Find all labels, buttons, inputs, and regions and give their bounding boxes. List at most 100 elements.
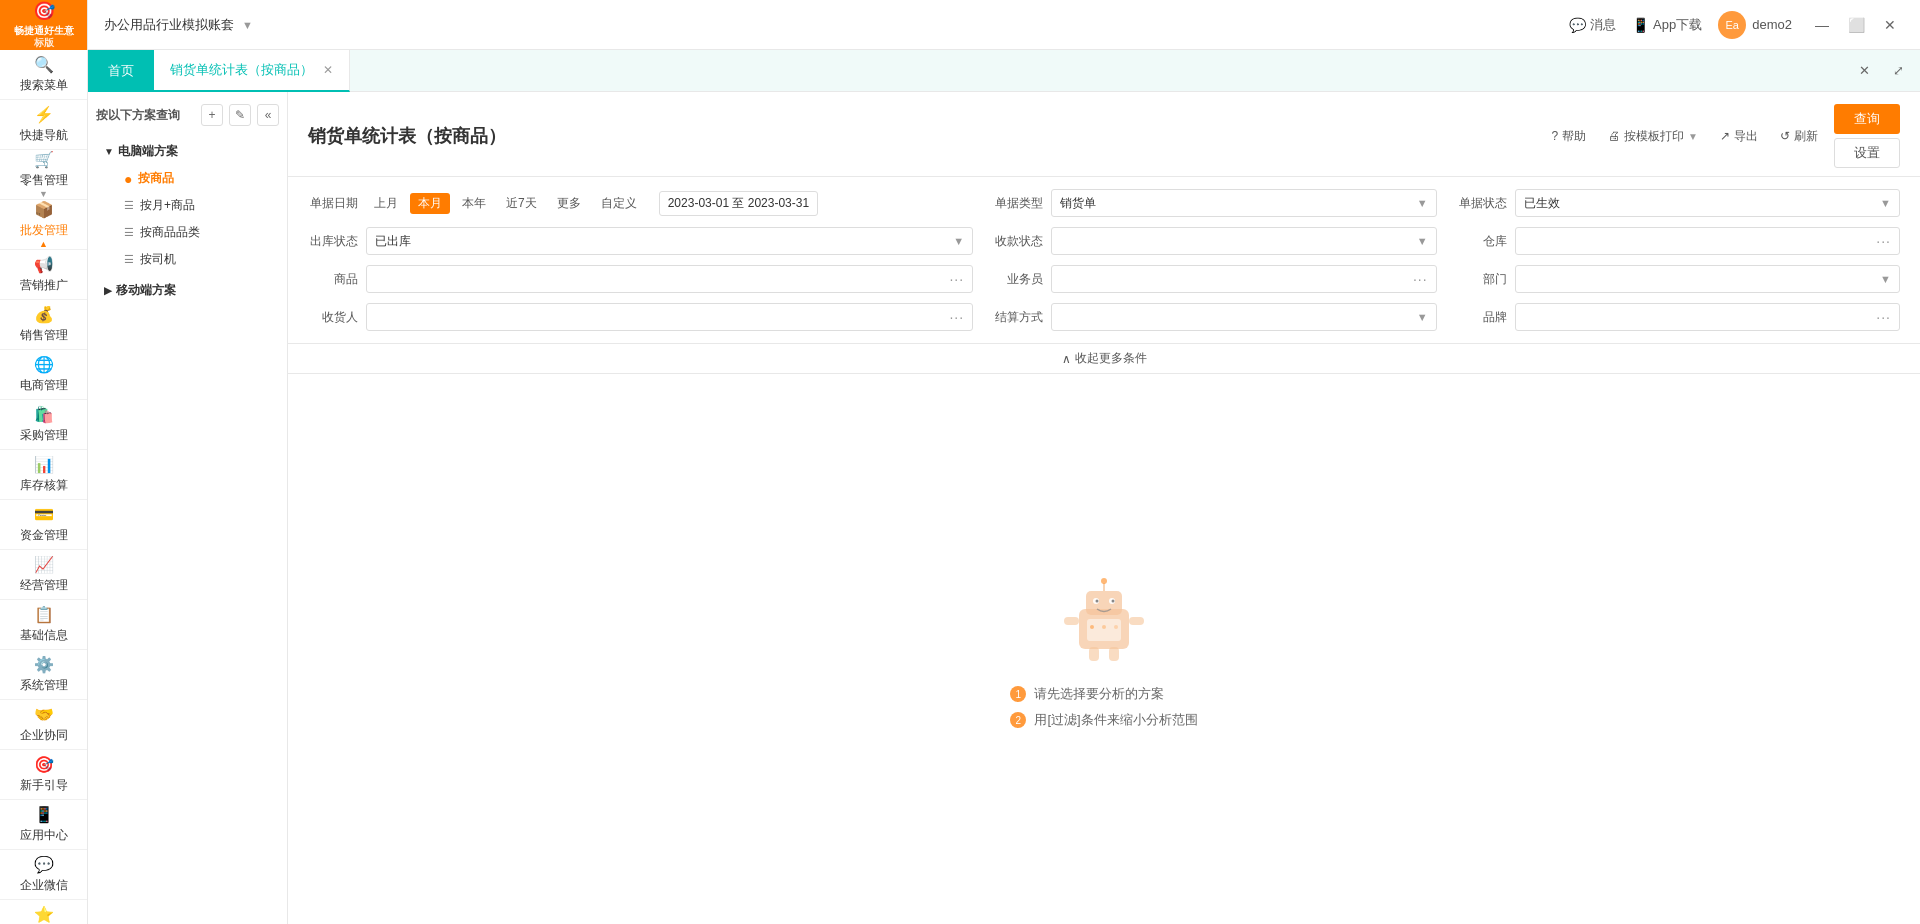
stock-icon: 📊: [34, 455, 54, 474]
dept-label: 部门: [1457, 271, 1507, 288]
collapse-button[interactable]: ∧ 收起更多条件: [1062, 350, 1147, 367]
receiver-input[interactable]: ···: [366, 303, 973, 331]
sidebar-item-wholesale[interactable]: 📦 批发管理 ▲: [0, 200, 87, 250]
sidebar-item-wholesale-label: 批发管理: [20, 222, 68, 239]
dept-select[interactable]: ▼: [1515, 265, 1900, 293]
date-range-display[interactable]: 2023-03-01 至 2023-03-31: [659, 191, 818, 216]
sidebar-item-quicknav[interactable]: ⚡ 快捷导航: [0, 100, 87, 150]
svg-point-15: [1114, 625, 1118, 629]
sidebar-item-corp[interactable]: 🤝 企业协同: [0, 700, 87, 750]
export-button[interactable]: ↗ 导出: [1714, 124, 1764, 149]
tree-item-by-printer[interactable]: ☰ 按司机: [96, 246, 279, 273]
status-label: 单据状态: [1457, 195, 1507, 212]
sidebar-item-sales[interactable]: 💰 销售管理: [0, 300, 87, 350]
filter-field-product: 商品 ···: [308, 265, 973, 293]
sidebar: 🎯 畅捷通好生意 标版 🔍 搜索菜单 ⚡ 快捷导航 🛒 零售管理 ▼ 📦 批发管…: [0, 0, 88, 924]
user-info[interactable]: Ea demo2: [1718, 11, 1792, 39]
product-input[interactable]: ···: [366, 265, 973, 293]
collapse-chevron-icon: ∧: [1062, 352, 1071, 366]
system-icon: ⚙️: [34, 655, 54, 674]
status-select[interactable]: 已生效 ▼: [1515, 189, 1900, 217]
out-select[interactable]: 已出库 ▼: [366, 227, 973, 255]
sidebar-item-member[interactable]: ⭐ 畅会员: [0, 900, 87, 924]
tree-group-desktop[interactable]: ▼ 电脑端方案: [96, 138, 279, 165]
date-tab-thismonth[interactable]: 本月: [410, 193, 450, 214]
receipt-dropdown-icon: ▼: [1417, 235, 1428, 247]
sidebar-item-wechat[interactable]: 💬 企业微信: [0, 850, 87, 900]
app-logo: 🎯 畅捷通好生意 标版: [0, 0, 87, 50]
template-print-button[interactable]: 🖨 按模板打印 ▼: [1602, 124, 1704, 149]
tree-item-by-product[interactable]: ● 按商品: [96, 165, 279, 192]
collapse-row[interactable]: ∧ 收起更多条件: [288, 344, 1920, 374]
sidebar-item-apps[interactable]: 📱 应用中心: [0, 800, 87, 850]
edit-scheme-button[interactable]: ✎: [229, 104, 251, 126]
logo-text: 畅捷通好生意: [14, 24, 74, 37]
industry-dropdown-arrow[interactable]: ▼: [242, 19, 253, 31]
svg-rect-10: [1089, 647, 1099, 661]
brand-input[interactable]: ···: [1515, 303, 1900, 331]
quicknav-icon: ⚡: [34, 105, 54, 124]
maximize-button[interactable]: ⬜: [1842, 11, 1870, 39]
sidebar-item-system[interactable]: ⚙️ 系统管理: [0, 650, 87, 700]
warehouse-input[interactable]: ···: [1515, 227, 1900, 255]
sidebar-item-ecom[interactable]: 🌐 电商管理: [0, 350, 87, 400]
date-tab-7days[interactable]: 近7天: [498, 193, 545, 214]
date-tab-lastmonth[interactable]: 上月: [366, 193, 406, 214]
tab-close-icon[interactable]: ✕: [323, 63, 333, 77]
panel-icons: + ✎ «: [201, 104, 279, 126]
message-button[interactable]: 💬 消息: [1569, 16, 1616, 34]
tree-item-by-month-product[interactable]: ☰ 按月+商品: [96, 192, 279, 219]
by-product-bullet-icon: ●: [124, 171, 132, 187]
tab-close-btn[interactable]: ✕: [1850, 57, 1878, 85]
collapse-panel-button[interactable]: «: [257, 104, 279, 126]
sidebar-item-purchase[interactable]: 🛍️ 采购管理: [0, 400, 87, 450]
tab-report[interactable]: 销货单统计表（按商品） ✕: [154, 50, 350, 92]
close-window-button[interactable]: ✕: [1876, 11, 1904, 39]
panel-title: 按以下方案查询: [96, 107, 180, 124]
message-label: 消息: [1590, 16, 1616, 34]
filter-field-payment: 结算方式 ▼: [993, 303, 1436, 331]
sidebar-item-basic-label: 基础信息: [20, 627, 68, 644]
sidebar-item-retail[interactable]: 🛒 零售管理 ▼: [0, 150, 87, 200]
date-tab-thisyear[interactable]: 本年: [454, 193, 494, 214]
by-printer-icon: ☰: [124, 253, 134, 266]
page-actions: ? 帮助 🖨 按模板打印 ▼ ↗ 导出 ↺ 刷新: [1545, 104, 1900, 168]
filter-field-type: 单据类型 销货单 ▼: [993, 189, 1436, 217]
date-tab-more[interactable]: 更多: [549, 193, 589, 214]
tab-window-controls: ✕ ⤢: [1850, 57, 1912, 85]
staff-input[interactable]: ···: [1051, 265, 1436, 293]
tab-home[interactable]: 首页: [88, 50, 154, 92]
type-value: 销货单: [1060, 195, 1096, 212]
tab-expand-btn[interactable]: ⤢: [1884, 57, 1912, 85]
sidebar-item-newbie[interactable]: 🎯 新手引导: [0, 750, 87, 800]
sidebar-item-stock[interactable]: 📊 库存核算: [0, 450, 87, 500]
add-scheme-button[interactable]: +: [201, 104, 223, 126]
type-select[interactable]: 销货单 ▼: [1051, 189, 1436, 217]
svg-rect-8: [1064, 617, 1079, 625]
top-header: 办公用品行业模拟账套 ▼ 💬 消息 📱 App下载 Ea demo2 — ⬜ ✕: [88, 0, 1920, 50]
sidebar-item-finance[interactable]: 💳 资金管理: [0, 500, 87, 550]
tree-item-by-category[interactable]: ☰ 按商品品类: [96, 219, 279, 246]
date-tab-custom[interactable]: 自定义: [593, 193, 645, 214]
add-icon: +: [208, 108, 215, 122]
refresh-button[interactable]: ↺ 刷新: [1774, 124, 1824, 149]
sidebar-item-search[interactable]: 🔍 搜索菜单: [0, 50, 87, 100]
sidebar-item-basic[interactable]: 📋 基础信息: [0, 600, 87, 650]
set-button[interactable]: 设置: [1834, 138, 1900, 168]
payment-select[interactable]: ▼: [1051, 303, 1436, 331]
print-icon: 🖨: [1608, 129, 1620, 143]
warehouse-label: 仓库: [1457, 233, 1507, 250]
wholesale-icon: 📦: [34, 200, 54, 219]
sidebar-item-retail-label: 零售管理: [20, 172, 68, 189]
tree-expand-icon: ▼: [104, 146, 114, 157]
help-button[interactable]: ? 帮助: [1545, 124, 1592, 149]
receipt-select[interactable]: ▼: [1051, 227, 1436, 255]
sidebar-item-marketing[interactable]: 📢 营销推广: [0, 250, 87, 300]
app-download-button[interactable]: 📱 App下载: [1632, 16, 1702, 34]
header-left: 办公用品行业模拟账套 ▼: [104, 16, 253, 34]
query-button[interactable]: 查询: [1834, 104, 1900, 134]
minimize-button[interactable]: —: [1808, 11, 1836, 39]
sidebar-item-operations[interactable]: 📈 经营管理: [0, 550, 87, 600]
tree-group-mobile[interactable]: ▶ 移动端方案: [96, 277, 279, 304]
filter-row-3: 商品 ··· 业务员 ··· 部门: [308, 265, 1900, 293]
